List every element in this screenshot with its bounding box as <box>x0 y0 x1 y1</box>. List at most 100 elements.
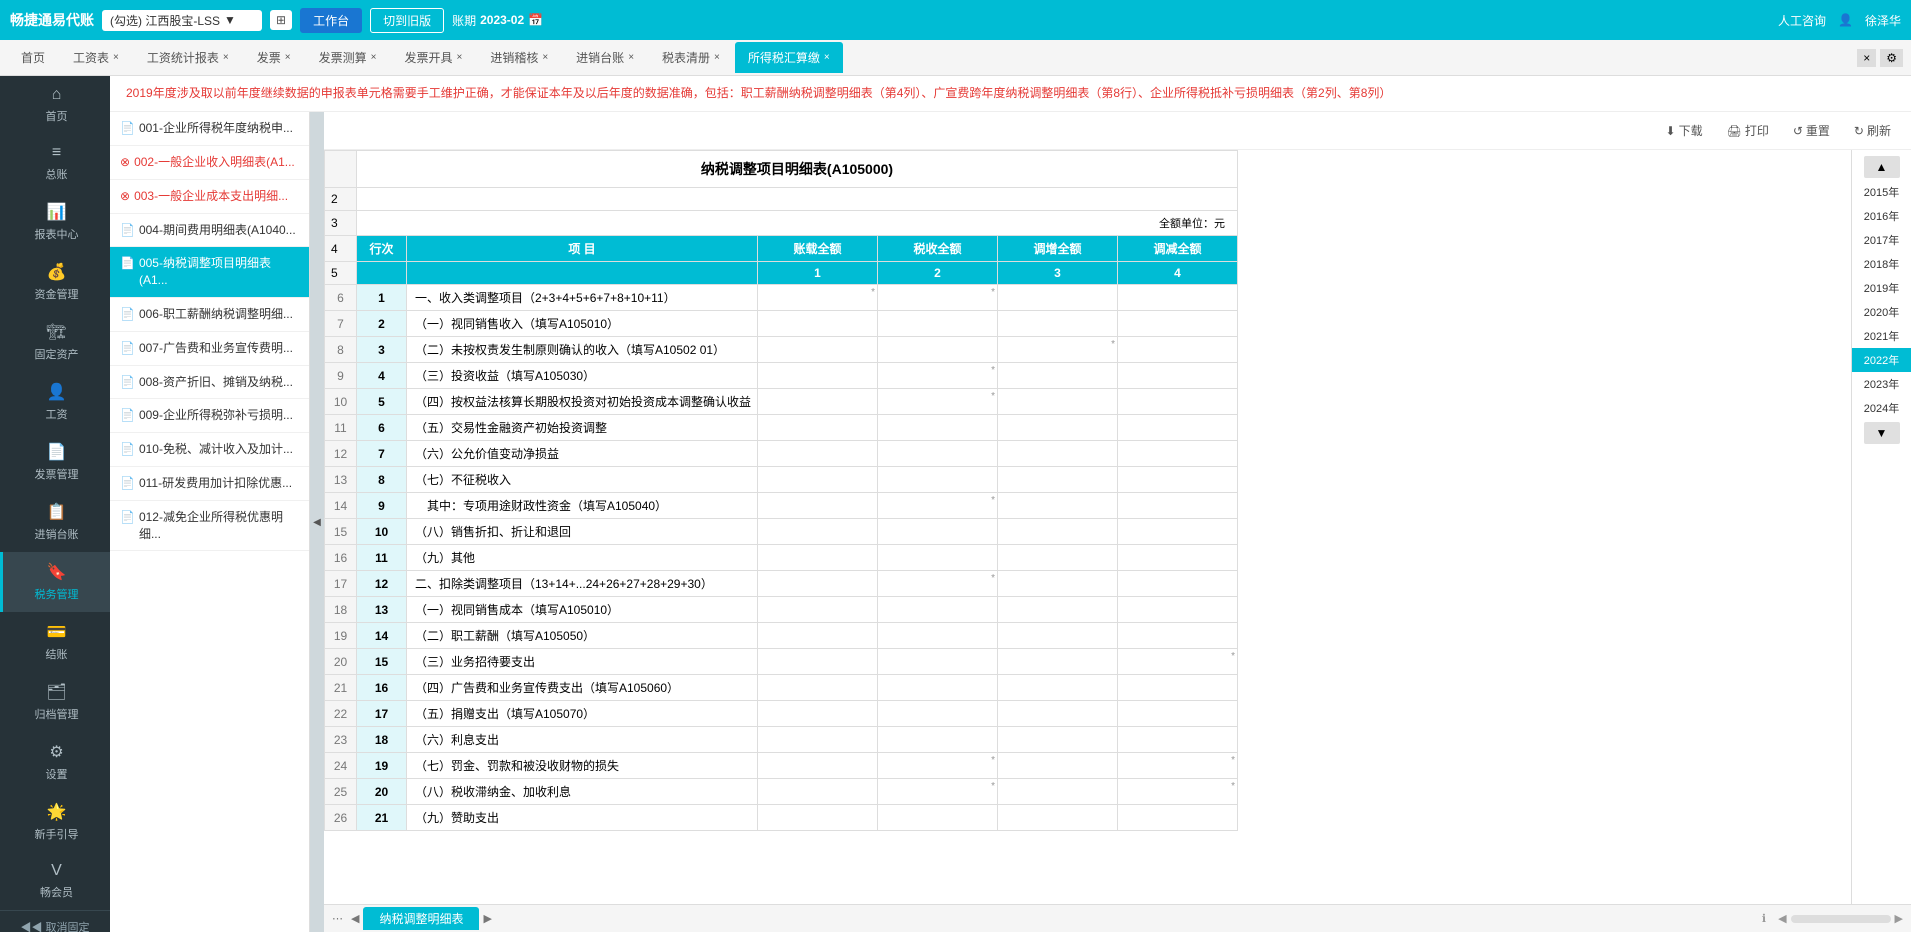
year-down-btn[interactable]: ▼ <box>1864 422 1900 444</box>
table-row: 14 9 其中：专项用途财政性资金（填写A105040） * <box>325 493 1238 519</box>
close-icon[interactable]: × <box>371 52 377 63</box>
refresh-btn[interactable]: ↻ 刷新 <box>1846 118 1899 143</box>
scroll-right-icon[interactable]: ▶ <box>1895 912 1903 925</box>
scroll-left-icon[interactable]: ◀ <box>1778 912 1786 925</box>
year-2022[interactable]: 2022年 <box>1852 348 1911 372</box>
bottom-bar-right: ℹ ◀ ▶ <box>1762 912 1903 925</box>
year-2021[interactable]: 2021年 <box>1852 324 1911 348</box>
sheet-nav-left[interactable]: ⋯ <box>332 912 343 925</box>
tab-home[interactable]: 首页 <box>8 42 58 73</box>
sheet-arrow-left[interactable]: ◀ <box>351 912 359 925</box>
sidebar-item-member[interactable]: V 畅会员 <box>0 852 110 910</box>
tab-settings-btn[interactable]: ⚙ <box>1880 49 1903 67</box>
year-up-btn[interactable]: ▲ <box>1864 156 1900 178</box>
tab-sales-ledger[interactable]: 进销台账× <box>563 42 647 73</box>
download-btn[interactable]: ⬇ 下载 <box>1658 118 1711 143</box>
error-icon: ⊗ <box>120 154 130 171</box>
left-panel: 📄 001-企业所得税年度纳税申... ⊗ 002-一般企业收入明细表(A1..… <box>110 112 310 932</box>
tab-purchase-sales[interactable]: 进销稽核× <box>477 42 561 73</box>
collapse-panel-btn[interactable]: ◀ <box>310 112 324 932</box>
spreadsheet-wrapper[interactable]: 纳税调整项目明细表(A105000) 2 3 全额单位：元 <box>324 150 1851 904</box>
company-selector[interactable]: (勾选) 江西股宝-LSS ▼ <box>102 10 262 31</box>
year-2023[interactable]: 2023年 <box>1852 372 1911 396</box>
sheet-arrow-right[interactable]: ▶ <box>483 912 491 925</box>
year-2020[interactable]: 2020年 <box>1852 300 1911 324</box>
spreadsheet-area: 纳税调整项目明细表(A105000) 2 3 全额单位：元 <box>324 150 1911 904</box>
tab-income-tax[interactable]: 所得税汇算缴× <box>735 42 843 73</box>
year-2016[interactable]: 2016年 <box>1852 204 1911 228</box>
horizontal-scrollbar[interactable] <box>1791 915 1891 923</box>
tab-wages[interactable]: 工资表× <box>60 42 132 73</box>
close-icon[interactable]: × <box>113 52 119 63</box>
left-panel-item-008[interactable]: 📄 008-资产折旧、摊销及纳税... <box>110 366 309 400</box>
close-icon[interactable]: × <box>714 52 720 63</box>
calendar-icon[interactable]: 📅 <box>528 13 543 27</box>
unfix-btn[interactable]: ◀◀ 取消固定 <box>0 911 110 932</box>
main-content: ⌂ 首页 ≡ 总账 📊 报表中心 💰 资金管理 🏗 固定资产 👤 工资 📄 发票… <box>0 76 1911 932</box>
tab-invoice-open[interactable]: 发票开具× <box>391 42 475 73</box>
page-area: 2019年度涉及取以前年度继续数据的申报表单元格需要手工维护正确，才能保证本年及… <box>110 76 1911 932</box>
table-row: 16 11 （九）其他 <box>325 545 1238 571</box>
year-2019[interactable]: 2019年 <box>1852 276 1911 300</box>
table-row: 13 8 （七）不征税收入 <box>325 467 1238 493</box>
left-panel-item-003[interactable]: ⊗ 003-一般企业成本支出明细... <box>110 180 309 214</box>
left-panel-item-004[interactable]: 📄 004-期间费用明细表(A1040... <box>110 214 309 248</box>
col-hang-header: 行次 <box>357 236 407 262</box>
close-icon[interactable]: × <box>542 52 548 63</box>
left-panel-item-001[interactable]: 📄 001-企业所得税年度纳税申... <box>110 112 309 146</box>
bottom-tab-main[interactable]: 纳税调整明细表 <box>363 907 479 930</box>
sidebar-bottom: ◀◀ 取消固定 <box>0 910 110 932</box>
sidebar-item-purchase-ledger[interactable]: 📋 进销台账 <box>0 492 110 552</box>
left-panel-item-006[interactable]: 📄 006-职工薪酬纳税调整明细... <box>110 298 309 332</box>
sidebar-item-guide[interactable]: 🌟 新手引导 <box>0 792 110 852</box>
left-panel-item-007[interactable]: 📄 007-广告费和业务宣传费明... <box>110 332 309 366</box>
ledger-icon: ≡ <box>52 144 61 162</box>
sidebar-item-home[interactable]: ⌂ 首页 <box>0 76 110 134</box>
old-version-btn[interactable]: 切到旧版 <box>370 8 444 33</box>
content-row: 📄 001-企业所得税年度纳税申... ⊗ 002-一般企业收入明细表(A1..… <box>110 112 1911 932</box>
sidebar-item-tax[interactable]: 🔖 税务管理 <box>0 552 110 612</box>
close-icon[interactable]: × <box>223 52 229 63</box>
sidebar-item-ledger[interactable]: ≡ 总账 <box>0 134 110 192</box>
tab-close-all[interactable]: × <box>1857 49 1876 67</box>
tab-invoice-calc[interactable]: 发票测算× <box>306 42 390 73</box>
workspace-btn[interactable]: 工作台 <box>300 8 362 33</box>
doc-icon: 📄 <box>120 475 135 492</box>
left-panel-item-002[interactable]: ⊗ 002-一般企业收入明细表(A1... <box>110 146 309 180</box>
sidebar-item-invoice-mgmt[interactable]: 📄 发票管理 <box>0 432 110 492</box>
left-panel-item-010[interactable]: 📄 010-免税、减计收入及加计... <box>110 433 309 467</box>
col-num-1: 1 <box>758 262 878 285</box>
year-2015[interactable]: 2015年 <box>1852 180 1911 204</box>
year-2018[interactable]: 2018年 <box>1852 252 1911 276</box>
table-row: 17 12 二、扣除类调整项目（13+14+...24+26+27+28+29+… <box>325 571 1238 597</box>
error-icon: ⊗ <box>120 188 130 205</box>
purchase-icon: 📋 <box>47 502 67 522</box>
print-btn[interactable]: 🖨 打印 <box>1719 118 1777 143</box>
support-btn[interactable]: 人工咨询 <box>1778 12 1826 29</box>
sidebar-item-finance[interactable]: 💰 资金管理 <box>0 252 110 312</box>
year-2017[interactable]: 2017年 <box>1852 228 1911 252</box>
assets-icon: 🏗 <box>46 322 66 342</box>
left-panel-item-012[interactable]: 📄 012-减免企业所得税优惠明细... <box>110 501 309 552</box>
reset-btn[interactable]: ↺ 重置 <box>1785 118 1838 143</box>
sidebar-item-close[interactable]: 💳 结账 <box>0 612 110 672</box>
close-icon[interactable]: × <box>285 52 291 63</box>
sidebar-item-archive[interactable]: 🗂 归档管理 <box>0 672 110 732</box>
company-icon-btn[interactable]: ⊞ <box>270 10 292 30</box>
left-panel-item-011[interactable]: 📄 011-研发费用加计扣除优惠... <box>110 467 309 501</box>
close-icon[interactable]: × <box>456 52 462 63</box>
sidebar-item-wages[interactable]: 👤 工资 <box>0 372 110 432</box>
col-amount-4-header: 调减全额 <box>1118 236 1238 262</box>
left-panel-item-005[interactable]: 📄 005-纳税调整项目明细表(A1... <box>110 247 309 298</box>
close-icon[interactable]: × <box>628 52 634 63</box>
tab-wage-stats[interactable]: 工资统计报表× <box>134 42 242 73</box>
tab-tax-clear[interactable]: 税表清册× <box>649 42 733 73</box>
close-icon[interactable]: × <box>824 52 830 63</box>
sidebar-item-report[interactable]: 📊 报表中心 <box>0 192 110 252</box>
year-2024[interactable]: 2024年 <box>1852 396 1911 420</box>
col-amount-3-header: 调增全额 <box>998 236 1118 262</box>
tab-invoice[interactable]: 发票× <box>244 42 304 73</box>
sidebar-item-settings[interactable]: ⚙ 设置 <box>0 732 110 792</box>
left-panel-item-009[interactable]: 📄 009-企业所得税弥补亏损明... <box>110 399 309 433</box>
sidebar-item-assets[interactable]: 🏗 固定资产 <box>0 312 110 372</box>
